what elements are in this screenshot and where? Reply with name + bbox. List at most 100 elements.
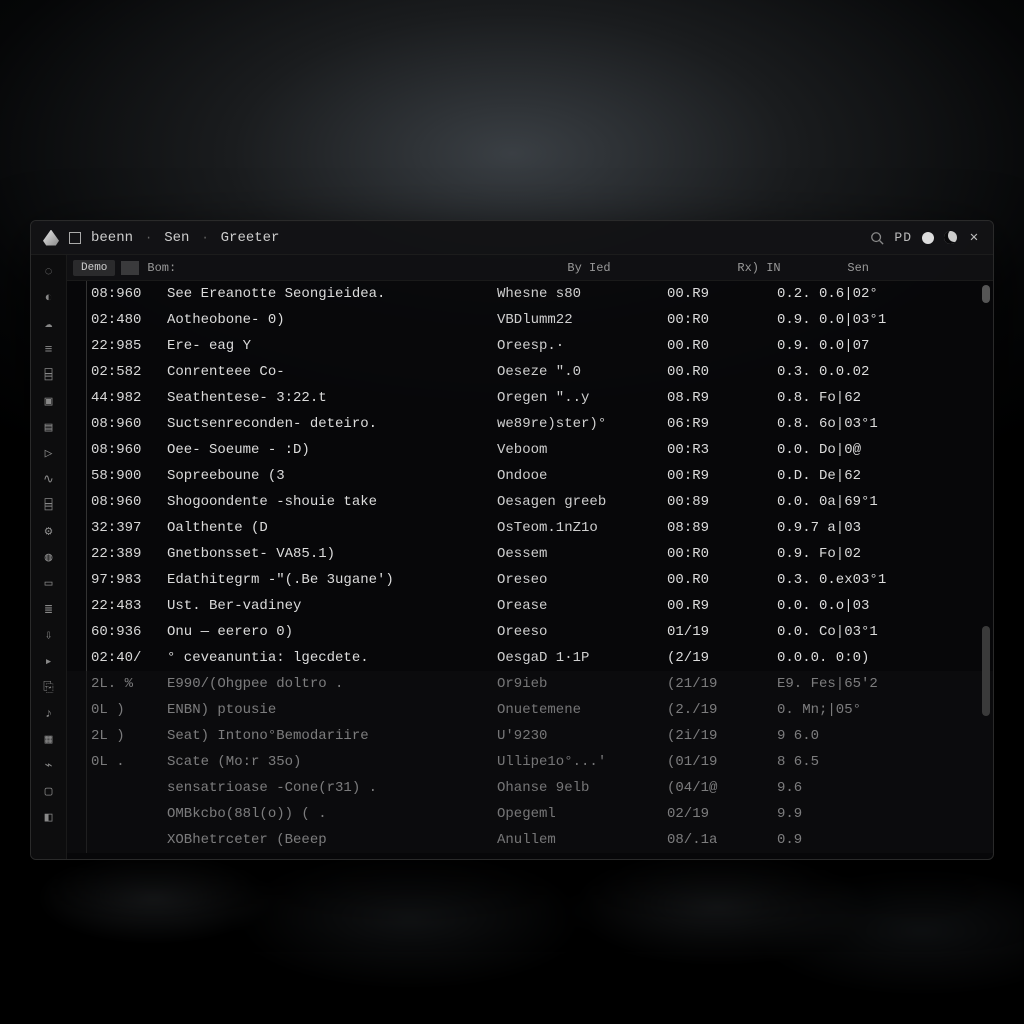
cell-time: 02:40/ [91,651,167,665]
table-row[interactable]: 2L )Seat) Intono°BemodariireU'9230(2i/19… [67,723,993,749]
table-row[interactable]: sensatrioase -Cone(r31) .Ohanse 9elb(04/… [67,775,993,801]
window-icon[interactable]: ▤ [35,415,63,439]
column-header-by[interactable]: By Ied [567,261,737,275]
scrollbar-thumb[interactable] [982,285,990,303]
layers-icon[interactable]: ≡ [35,337,63,361]
cell-rx: (2/19 [667,651,777,665]
download-icon[interactable]: ⇩ [35,623,63,647]
film-icon[interactable]: ⌸ [35,493,63,517]
table-row[interactable]: 08:960Oee- Soeume - :D)Veboom00:R30.0. D… [67,437,993,463]
user-icon[interactable]: ◐ [35,285,63,309]
table-row[interactable]: 2L. %E990/(Ohgpee doltro .Or9ieb(21/19E9… [67,671,993,697]
breadcrumb-item[interactable]: beenn [91,230,133,246]
cell-sn: 0.0.0. 0:0) [777,651,993,665]
theme-toggle-icon[interactable] [944,231,957,244]
link-icon[interactable]: ⎘ [35,675,63,699]
column-header-time[interactable]: Bom: [147,261,237,275]
table-row[interactable]: 22:389Gnetbonsset- VA85.1)Oessem00:R00.9… [67,541,993,567]
cloud-icon[interactable]: ☁ [35,311,63,335]
table-row[interactable]: 0L .Scate (Mo:r 35o)Ullipe1o°...'(01/198… [67,749,993,775]
cell-by: Ondooe [497,469,667,483]
cell-name: Suctsenreconden- deteiro. [167,417,497,431]
cell-rx: 08.R9 [667,391,777,405]
cell-sn: E9. Fes|65'2 [777,677,993,691]
table-row[interactable]: 02:480Aotheobone- 0)VBDlumm2200:R00.9. 0… [67,307,993,333]
table-row[interactable]: 02:40/° ceveanuntia: lgecdete.OesgaD 1·1… [67,645,993,671]
close-icon[interactable]: ✕ [967,231,981,245]
document-icon[interactable]: ▭ [35,571,63,595]
box-icon[interactable]: ▣ [35,389,63,413]
cell-time: 0L . [91,755,167,769]
table-row[interactable]: 44:982Seathentese- 3:22.tOregen "..y08.R… [67,385,993,411]
cell-sn: 0.9. Fo|02 [777,547,993,561]
row-gutter [73,723,87,749]
cell-rx: (04/1@ [667,781,777,795]
cube-icon[interactable]: ◧ [35,805,63,829]
chart-icon[interactable]: ⌁ [35,753,63,777]
cell-name: Gnetbonsset- VA85.1) [167,547,497,561]
main-panel: Demo Bom: By Ied Rx) IN Sen 08:960See Er… [67,255,993,859]
cell-name: OMBkcbo(88l(o)) ( . [167,807,497,821]
row-gutter [73,333,87,359]
music-icon[interactable]: ♪ [35,701,63,725]
column-header-rx[interactable]: Rx) IN [737,261,847,275]
cell-rx: 00.R9 [667,599,777,613]
cell-sn: 0.3. 0.ex03°1 [777,573,993,587]
table-row[interactable]: 58:900Sopreeboune (3Ondooe00:R90.D. De|6… [67,463,993,489]
cell-by: OesgaD 1·1P [497,651,667,665]
cell-rx: 00.R9 [667,287,777,301]
table-row[interactable]: 97:983Edathitegrm -"(.Be 3ugane')Oreseo0… [67,567,993,593]
cell-rx: 00:R3 [667,443,777,457]
table-row[interactable]: OMBkcbo(88l(o)) ( .Opegeml02/199.9 [67,801,993,827]
row-gutter [73,801,87,827]
terminal-icon[interactable]: ▸ [35,649,63,673]
table-row[interactable]: 02:582Conrenteee Co-Oeseze ".000.R00.3. … [67,359,993,385]
table-row[interactable]: 0L )ENBN) ptousieOnuetemene(2./190. Mn;|… [67,697,993,723]
cell-time: 22:389 [91,547,167,561]
window-control-icon[interactable] [69,232,81,244]
cell-sn: 0.0. Co|03°1 [777,625,993,639]
cell-by: Oeseze ".0 [497,365,667,379]
table-row[interactable]: XOBhetrceter (BeeepAnullem08/.1a0.9 [67,827,993,853]
cell-time: 22:985 [91,339,167,353]
picture-icon[interactable]: ▦ [35,727,63,751]
row-gutter [73,489,87,515]
wave-icon[interactable]: ∿ [35,467,63,491]
breadcrumb-item[interactable]: Greeter [221,230,280,246]
cell-name: Shogoondente -shouie take [167,495,497,509]
table-row[interactable]: 60:936Onu — eerero 0)Oreeso01/190.0. Co|… [67,619,993,645]
view-toggle-icon[interactable] [121,261,139,275]
row-gutter [73,385,87,411]
cell-rx: (2./19 [667,703,777,717]
column-header-sn[interactable]: Sen [847,261,993,275]
play-icon[interactable]: ▷ [35,441,63,465]
cell-name: Scate (Mo:r 35o) [167,755,497,769]
cell-rx: (21/19 [667,677,777,691]
cell-time: 08:960 [91,287,167,301]
stack-icon[interactable]: ≣ [35,597,63,621]
table-row[interactable]: 08:960See Ereanotte Seongieidea.Whesne s… [67,281,993,307]
table-row[interactable]: 22:985Ere- eag YOreesp.·00.R00.9. 0.0|07 [67,333,993,359]
scrollbar-thumb[interactable] [982,626,990,716]
breadcrumb-item[interactable]: Sen [164,230,189,246]
table-row[interactable]: 22:483Ust. Ber-vadineyOrease00.R90.0. 0.… [67,593,993,619]
table-row[interactable]: 08:960Shogoondente -shouie takeOesagen g… [67,489,993,515]
cell-by: Ullipe1o°...' [497,755,667,769]
tab-button[interactable]: Demo [73,260,115,276]
table-row[interactable]: 32:397Oalthente (DOsTeom.1nZ1o08:890.9.7… [67,515,993,541]
cell-name: Onu — eerero 0) [167,625,497,639]
cell-by: Ohanse 9elb [497,781,667,795]
status-dot-icon[interactable] [922,232,934,244]
search-icon[interactable] [870,231,884,245]
table-row[interactable]: 08:960Suctsenreconden- deteiro.we89re)st… [67,411,993,437]
gear-icon[interactable]: ⚙ [35,519,63,543]
row-gutter [73,775,87,801]
disk-icon[interactable]: ⌸ [35,363,63,387]
vertical-scrollbar[interactable] [982,285,990,853]
folder-icon[interactable]: ▢ [35,779,63,803]
refresh-icon[interactable]: ◌ [35,259,63,283]
globe-icon[interactable]: ◍ [35,545,63,569]
cell-by: Onuetemene [497,703,667,717]
cell-sn: 0.D. De|62 [777,469,993,483]
cell-rx: 00.R0 [667,339,777,353]
